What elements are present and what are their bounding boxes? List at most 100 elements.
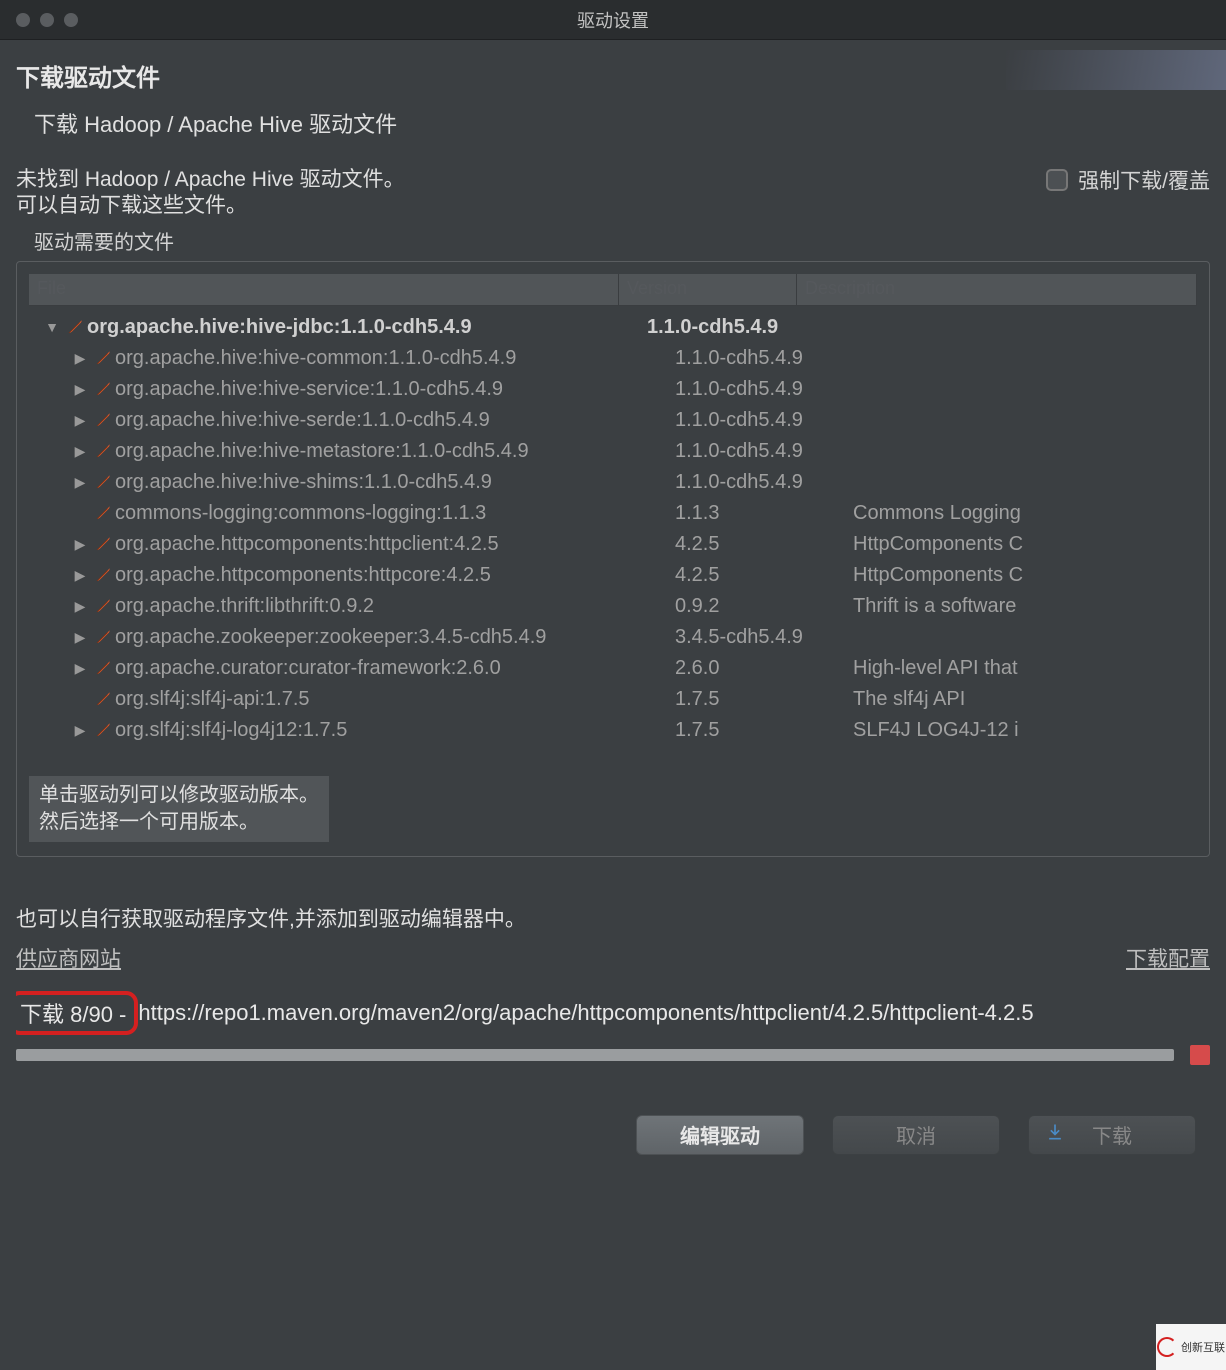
feather-icon (91, 348, 115, 368)
progress-text: 下载 8/90 - https://repo1.maven.org/maven2… (16, 991, 1210, 1035)
version-cell: 1.1.3 (675, 502, 853, 525)
tree-row[interactable]: org.apache.thrift:libthrift:0.9.20.9.2Th… (29, 591, 1197, 622)
edit-driver-button[interactable]: 编辑驱动 (636, 1115, 804, 1155)
tree-row[interactable]: org.slf4j:slf4j-api:1.7.51.7.5The slf4j … (29, 684, 1197, 715)
chevron-down-icon[interactable] (41, 319, 63, 335)
download-config-link[interactable]: 下载配置 (1126, 943, 1210, 973)
file-cell: org.apache.httpcomponents:httpclient:4.2… (115, 533, 675, 556)
chevron-right-icon[interactable] (69, 350, 91, 367)
tree-row[interactable]: commons-logging:commons-logging:1.1.31.1… (29, 498, 1197, 529)
window-title: 驱动设置 (577, 7, 649, 33)
tree-row[interactable]: org.apache.zookeeper:zookeeper:3.4.5-cdh… (29, 622, 1197, 653)
maximize-window-icon[interactable] (64, 13, 78, 27)
tree-row[interactable]: org.apache.curator:curator-framework:2.6… (29, 653, 1197, 684)
version-cell: 4.2.5 (675, 564, 853, 587)
banner-decoration (1006, 50, 1226, 90)
file-cell: org.apache.thrift:libthrift:0.9.2 (115, 595, 675, 618)
chevron-right-icon[interactable] (69, 722, 91, 739)
file-cell: org.apache.hive:hive-metastore:1.1.0-cdh… (115, 440, 675, 463)
version-cell: 1.1.0-cdh5.4.9 (675, 471, 853, 494)
feather-icon (91, 689, 115, 709)
table-header: File Version Description (29, 274, 1197, 306)
sub-heading: 下载 Hadoop / Apache Hive 驱动文件 (34, 107, 1210, 139)
description-cell: The slf4j API (853, 688, 1197, 711)
description-cell: HttpComponents C (853, 564, 1197, 587)
version-cell: 1.1.0-cdh5.4.9 (647, 316, 825, 339)
chevron-right-icon[interactable] (69, 629, 91, 646)
th-description[interactable]: Description (797, 274, 1197, 305)
file-cell: org.apache.zookeeper:zookeeper:3.4.5-cdh… (115, 626, 675, 649)
file-cell: org.apache.hive:hive-common:1.1.0-cdh5.4… (115, 347, 675, 370)
chevron-right-icon[interactable] (69, 660, 91, 677)
version-cell: 1.1.0-cdh5.4.9 (675, 409, 853, 432)
feather-icon (91, 534, 115, 554)
file-cell: org.apache.httpcomponents:httpcore:4.2.5 (115, 564, 675, 587)
window-controls (16, 13, 78, 27)
download-button-label: 下载 (1092, 1120, 1132, 1149)
close-window-icon[interactable] (16, 13, 30, 27)
feather-icon (91, 410, 115, 430)
stop-button[interactable] (1190, 1045, 1210, 1065)
chevron-right-icon[interactable] (69, 567, 91, 584)
tree-row[interactable]: org.apache.hive:hive-common:1.1.0-cdh5.4… (29, 343, 1197, 374)
description-cell: Thrift is a software (853, 595, 1197, 618)
force-download-checkbox[interactable] (1046, 169, 1068, 191)
hint-box: 单击驱动列可以修改驱动版本。 然后选择一个可用版本。 (29, 776, 329, 842)
feather-icon (63, 317, 87, 337)
minimize-window-icon[interactable] (40, 13, 54, 27)
chevron-right-icon[interactable] (69, 474, 91, 491)
watermark-logo-icon (1157, 1337, 1177, 1357)
feather-icon (91, 441, 115, 461)
tree-row[interactable]: org.apache.hive:hive-jdbc:1.1.0-cdh5.4.9… (29, 312, 1197, 343)
version-cell: 0.9.2 (675, 595, 853, 618)
tree-row[interactable]: org.apache.hive:hive-shims:1.1.0-cdh5.4.… (29, 467, 1197, 498)
version-cell: 1.1.0-cdh5.4.9 (675, 347, 853, 370)
version-cell: 2.6.0 (675, 657, 853, 680)
version-cell: 3.4.5-cdh5.4.9 (675, 626, 853, 649)
download-icon (1045, 1122, 1065, 1148)
feather-icon (91, 472, 115, 492)
description-cell: SLF4J LOG4J-12 i (853, 719, 1197, 742)
feather-icon (91, 720, 115, 740)
version-cell: 1.7.5 (675, 688, 853, 711)
description-cell: Commons Logging (853, 502, 1197, 525)
tree-row[interactable]: org.apache.httpcomponents:httpclient:4.2… (29, 529, 1197, 560)
file-cell: org.apache.hive:hive-shims:1.1.0-cdh5.4.… (115, 471, 675, 494)
below-text: 也可以自行获取驱动程序文件,并添加到驱动编辑器中。 (16, 903, 1210, 933)
version-cell: 4.2.5 (675, 533, 853, 556)
chevron-right-icon[interactable] (69, 412, 91, 429)
tree-row[interactable]: org.apache.hive:hive-service:1.1.0-cdh5.… (29, 374, 1197, 405)
progress-count-highlight: 下载 8/90 - (16, 991, 138, 1035)
file-list-panel: File Version Description org.apache.hive… (16, 261, 1210, 857)
info-text-line2: 可以自动下载这些文件。 (16, 193, 405, 219)
chevron-right-icon[interactable] (69, 381, 91, 398)
tree-row[interactable]: org.apache.hive:hive-serde:1.1.0-cdh5.4.… (29, 405, 1197, 436)
th-file[interactable]: File (29, 274, 619, 305)
chevron-right-icon[interactable] (69, 536, 91, 553)
watermark: 创新互联 (1156, 1324, 1226, 1370)
cancel-button[interactable]: 取消 (832, 1115, 1000, 1155)
titlebar: 驱动设置 (0, 0, 1226, 40)
hint-line1: 单击驱动列可以修改驱动版本。 (39, 782, 319, 809)
file-cell: commons-logging:commons-logging:1.1.3 (115, 502, 675, 525)
info-text-line1: 未找到 Hadoop / Apache Hive 驱动文件。 (16, 167, 405, 193)
required-files-label: 驱动需要的文件 (34, 226, 1210, 255)
file-cell: org.apache.hive:hive-jdbc:1.1.0-cdh5.4.9 (87, 316, 647, 339)
description-cell: HttpComponents C (853, 533, 1197, 556)
feather-icon (91, 379, 115, 399)
watermark-text: 创新互联 (1181, 1339, 1225, 1355)
download-button[interactable]: 下载 (1028, 1115, 1196, 1155)
vendor-website-link[interactable]: 供应商网站 (16, 943, 121, 973)
hint-line2: 然后选择一个可用版本。 (39, 809, 319, 836)
file-cell: org.apache.hive:hive-serde:1.1.0-cdh5.4.… (115, 409, 675, 432)
tree-row[interactable]: org.apache.hive:hive-metastore:1.1.0-cdh… (29, 436, 1197, 467)
tree-row[interactable]: org.slf4j:slf4j-log4j12:1.7.51.7.5SLF4J … (29, 715, 1197, 746)
file-cell: org.slf4j:slf4j-log4j12:1.7.5 (115, 719, 675, 742)
tree-row[interactable]: org.apache.httpcomponents:httpcore:4.2.5… (29, 560, 1197, 591)
version-cell: 1.1.0-cdh5.4.9 (675, 440, 853, 463)
th-version[interactable]: Version (619, 274, 797, 305)
file-cell: org.apache.curator:curator-framework:2.6… (115, 657, 675, 680)
chevron-right-icon[interactable] (69, 598, 91, 615)
chevron-right-icon[interactable] (69, 443, 91, 460)
feather-icon (91, 596, 115, 616)
